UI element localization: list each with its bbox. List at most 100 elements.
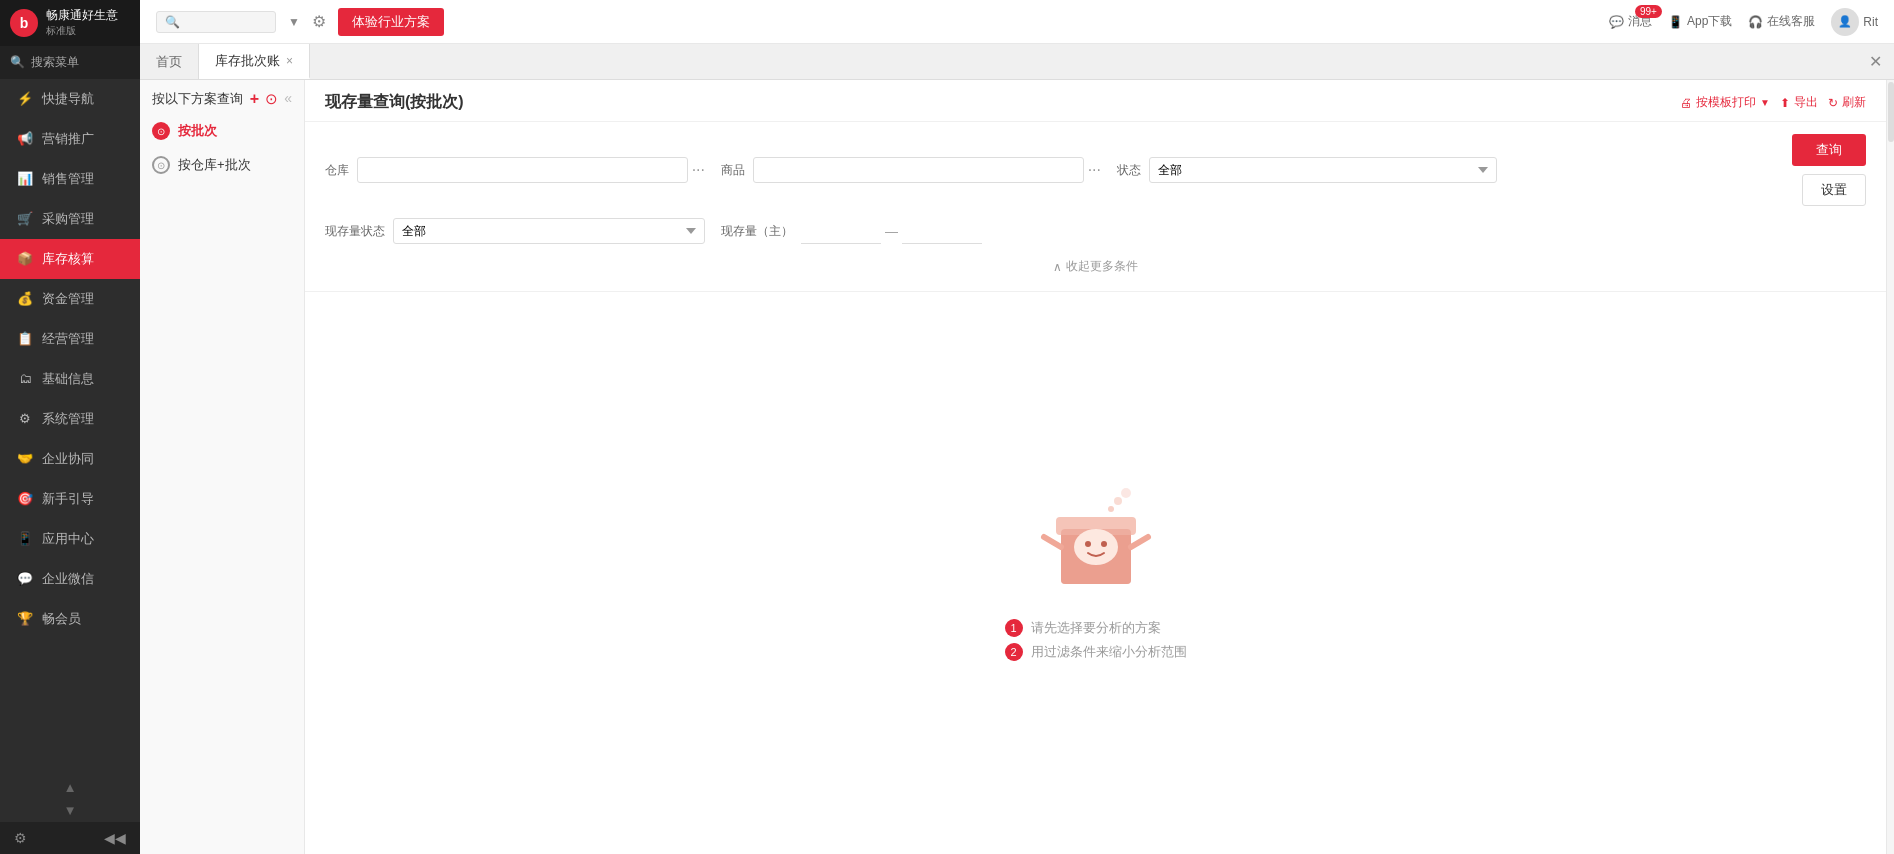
collapse-left-panel-icon[interactable]: « [284, 90, 292, 108]
user-name: Rit [1863, 15, 1878, 29]
action-btns: 查询 设置 [1792, 134, 1866, 206]
inventory-qty-label: 现存量（主） [721, 223, 793, 240]
product-input[interactable] [753, 157, 1084, 183]
close-icon: ✕ [1869, 52, 1882, 71]
sidebar-scroll-up[interactable]: ▲ [0, 776, 140, 799]
inventory-qty-to-input[interactable] [902, 219, 982, 244]
qty-dash: — [881, 224, 902, 239]
empty-step-2: 2 用过滤条件来缩小分析范围 [1005, 643, 1187, 661]
empty-step-1: 1 请先选择要分析的方案 [1005, 619, 1187, 637]
topbar-search-input[interactable] [186, 15, 256, 29]
sidebar-item-finance[interactable]: 💰 资金管理 [0, 279, 140, 319]
refresh-label: 刷新 [1842, 94, 1866, 111]
quick-nav-icon: ⚡ [16, 90, 34, 108]
left-panel-header: 按以下方案查询 + ⊙ « [140, 80, 304, 114]
sidebar-item-purchase[interactable]: 🛒 采购管理 [0, 199, 140, 239]
tab-inventory-batch-label: 库存批次账 [215, 52, 280, 70]
message-action[interactable]: 💬 消息 99+ [1609, 13, 1652, 30]
sidebar-item-sales[interactable]: 📊 销售管理 [0, 159, 140, 199]
inventory-status-select[interactable]: 全部 有库存 无库存 [393, 218, 705, 244]
tab-inventory-batch[interactable]: 库存批次账 × [199, 44, 310, 79]
right-scrollbar[interactable] [1886, 80, 1894, 854]
sidebar-item-label: 库存核算 [42, 250, 94, 268]
status-select[interactable]: 全部 正常 停用 [1149, 157, 1497, 183]
marketing-icon: 📢 [16, 130, 34, 148]
collapse-more-btn[interactable]: ∧ 收起更多条件 [1049, 254, 1142, 279]
app-download-action[interactable]: 📱 App下载 [1668, 13, 1732, 30]
sidebar-item-wechat[interactable]: 💬 企业微信 [0, 559, 140, 599]
sidebar-item-quick-nav[interactable]: ⚡ 快捷导航 [0, 79, 140, 119]
online-service-action[interactable]: 🎧 在线客服 [1748, 13, 1815, 30]
sidebar-search[interactable]: 🔍 搜索菜单 [0, 46, 140, 79]
inventory-qty-from-input[interactable] [801, 219, 881, 244]
app-name: 畅康通好生意 [46, 8, 118, 24]
export-btn[interactable]: ⬆ 导出 [1780, 94, 1818, 111]
schema-settings-icon[interactable]: ⊙ [265, 90, 278, 108]
app-download-label: App下载 [1687, 13, 1732, 30]
step-2-num: 2 [1005, 643, 1023, 661]
tab-close-icon[interactable]: × [286, 55, 293, 67]
product-more-btn[interactable]: ··· [1088, 161, 1101, 179]
topbar: 🔍 ▼ ⚙ 体验行业方案 💬 消息 99+ 📱 App下载 🎧 在线客服 � [140, 0, 1894, 44]
inventory-status-label: 现存量状态 [325, 223, 385, 240]
topbar-gear-icon[interactable]: ⚙ [312, 12, 326, 31]
topbar-search-icon: 🔍 [165, 15, 180, 29]
search-label: 搜索菜单 [31, 54, 79, 71]
sidebar-item-newbie[interactable]: 🎯 新手引导 [0, 479, 140, 519]
svg-point-9 [1114, 497, 1122, 505]
left-panel-title: 按以下方案查询 [152, 90, 243, 108]
warehouse-label: 仓库 [325, 162, 349, 179]
sidebar-item-label: 新手引导 [42, 490, 94, 508]
sidebar-item-inventory[interactable]: 📦 库存核算 [0, 239, 140, 279]
sidebar-item-operation[interactable]: 📋 经营管理 [0, 319, 140, 359]
message-badge: 99+ [1635, 5, 1662, 18]
finance-icon: 💰 [16, 290, 34, 308]
svg-point-5 [1101, 541, 1107, 547]
export-icon: ⬆ [1780, 96, 1790, 110]
topbar-dropdown-icon[interactable]: ▼ [288, 15, 300, 29]
close-panel-btn[interactable]: ✕ [1857, 52, 1894, 71]
sidebar-item-member[interactable]: 🏆 畅会员 [0, 599, 140, 639]
member-icon: 🏆 [16, 610, 34, 628]
schema-item-by-batch[interactable]: ⊙ 按批次 [140, 114, 304, 148]
filter-row-1: 仓库 ··· 商品 ··· 状态 全部 [325, 134, 1866, 206]
online-service-label: 在线客服 [1767, 13, 1815, 30]
app-logo: b [10, 9, 38, 37]
print-label: 按模板打印 [1696, 94, 1756, 111]
newbie-icon: 🎯 [16, 490, 34, 508]
sidebar-item-system[interactable]: ⚙ 系统管理 [0, 399, 140, 439]
settings-icon[interactable]: ⚙ [14, 830, 27, 846]
sidebar-footer: ⚙ ◀◀ [0, 822, 140, 854]
sales-icon: 📊 [16, 170, 34, 188]
svg-line-6 [1044, 537, 1061, 547]
user-action[interactable]: 👤 Rit [1831, 8, 1878, 36]
collapse-label: 收起更多条件 [1066, 258, 1138, 275]
sidebar-scroll-down[interactable]: ▼ [0, 799, 140, 822]
industry-btn[interactable]: 体验行业方案 [338, 8, 444, 36]
left-panel: 按以下方案查询 + ⊙ « ⊙ 按批次 ⊙ 按仓库+批次 [140, 80, 305, 854]
content-area: 按以下方案查询 + ⊙ « ⊙ 按批次 ⊙ 按仓库+批次 现存量查询(按批次) [140, 80, 1894, 854]
sidebar-item-label: 营销推广 [42, 130, 94, 148]
filter-area: 仓库 ··· 商品 ··· 状态 全部 [305, 122, 1886, 292]
sidebar-item-apps[interactable]: 📱 应用中心 [0, 519, 140, 559]
settings-btn[interactable]: 设置 [1802, 174, 1866, 206]
add-schema-icon[interactable]: + [250, 90, 259, 108]
apps-icon: 📱 [16, 530, 34, 548]
collapse-sidebar-icon[interactable]: ◀◀ [104, 830, 126, 846]
schema-item-by-warehouse-batch[interactable]: ⊙ 按仓库+批次 [140, 148, 304, 182]
sidebar: b 畅康通好生意 标准版 🔍 搜索菜单 ⚡ 快捷导航 📢 营销推广 📊 销售管理… [0, 0, 140, 854]
sidebar-item-enterprise[interactable]: 🤝 企业协同 [0, 439, 140, 479]
app-edition: 标准版 [46, 24, 118, 38]
inactive-schema-icon: ⊙ [152, 156, 170, 174]
sidebar-item-marketing[interactable]: 📢 营销推广 [0, 119, 140, 159]
refresh-btn[interactable]: ↻ 刷新 [1828, 94, 1866, 111]
refresh-icon: ↻ [1828, 96, 1838, 110]
print-btn[interactable]: 🖨 按模板打印 ▼ [1680, 94, 1770, 111]
warehouse-input[interactable] [357, 157, 688, 183]
warehouse-more-btn[interactable]: ··· [692, 161, 705, 179]
sidebar-item-basic[interactable]: 🗂 基础信息 [0, 359, 140, 399]
sidebar-nav: ⚡ 快捷导航 📢 营销推广 📊 销售管理 🛒 采购管理 📦 库存核算 💰 资金管… [0, 79, 140, 776]
topbar-search-box[interactable]: 🔍 [156, 11, 276, 33]
tab-home[interactable]: 首页 [140, 44, 199, 79]
query-btn[interactable]: 查询 [1792, 134, 1866, 166]
